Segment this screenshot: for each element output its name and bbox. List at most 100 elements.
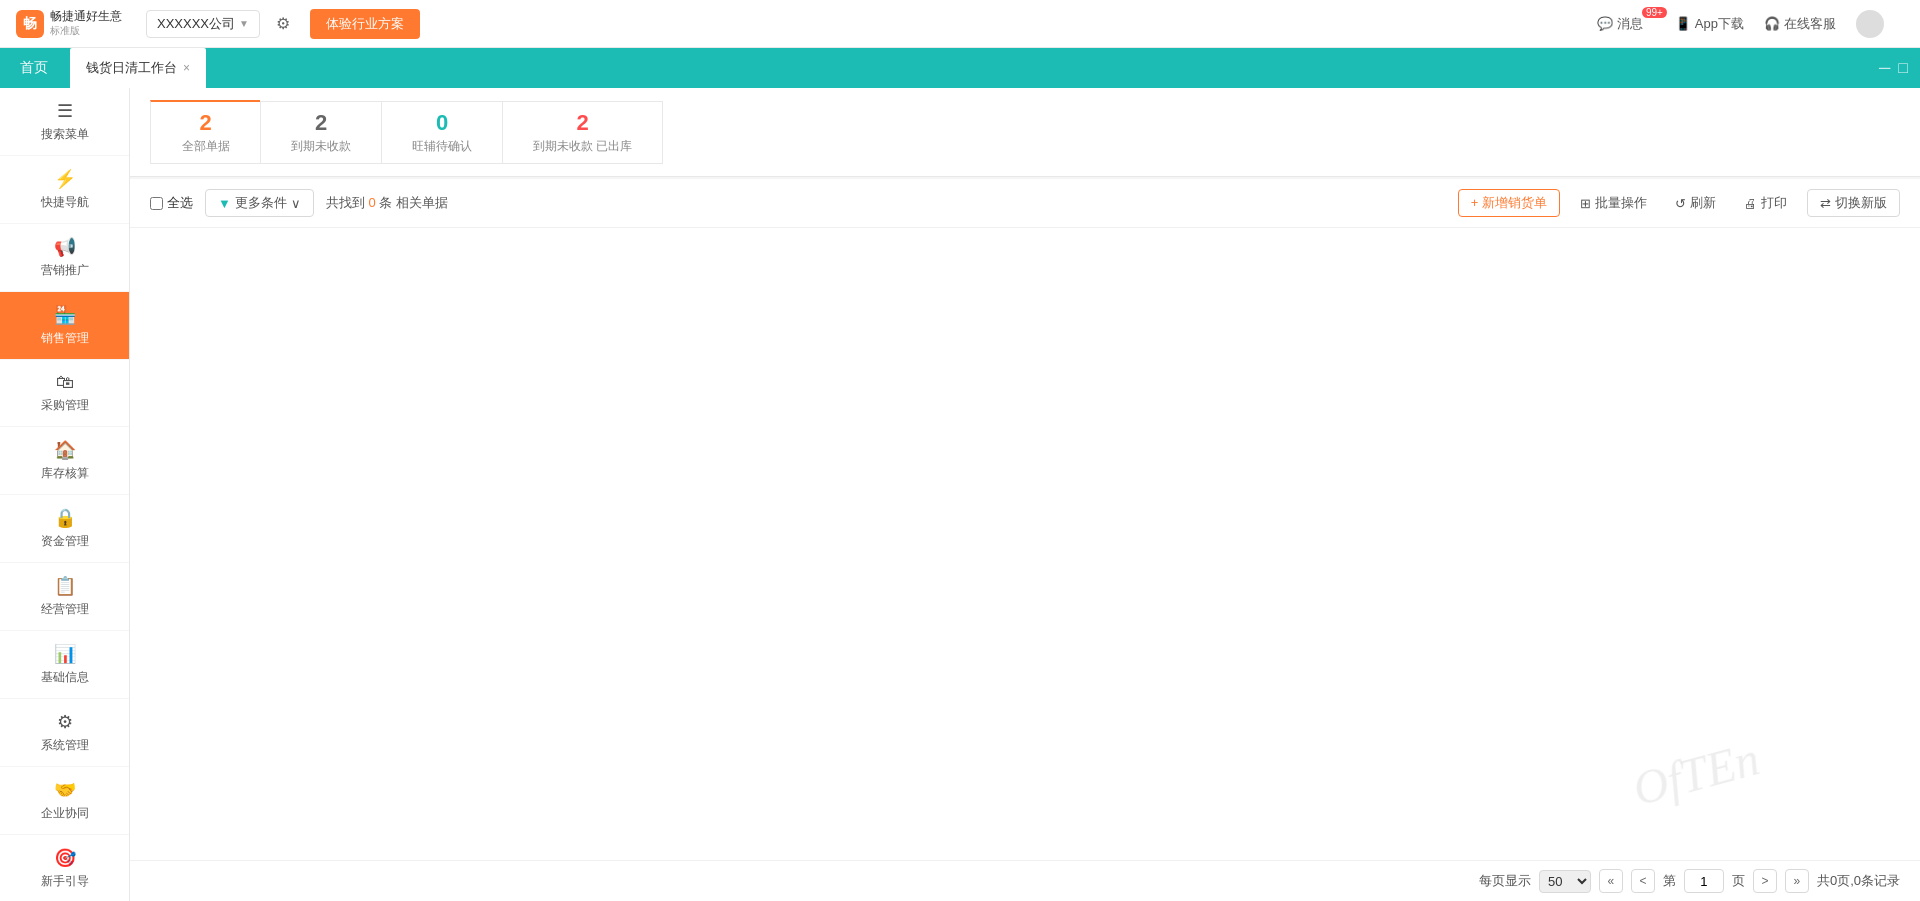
experience-button[interactable]: 体验行业方案 bbox=[310, 9, 420, 39]
inventory-label: 库存核算 bbox=[41, 465, 89, 482]
avatar[interactable] bbox=[1856, 10, 1884, 38]
messages-button[interactable]: 💬 消息 99+ bbox=[1597, 15, 1655, 33]
next-page-button[interactable]: > bbox=[1753, 869, 1777, 893]
main-layout: ☰ 搜索菜单 ⚡ 快捷导航 📢 营销推广 🏪 销售管理 🛍 采购管理 🏠 库存核… bbox=[0, 88, 1920, 901]
sidebar-item-quick-nav[interactable]: ⚡ 快捷导航 bbox=[0, 156, 129, 224]
tab-active-label: 钱货日清工作台 bbox=[86, 59, 177, 77]
all-count: 2 bbox=[199, 110, 211, 136]
switch-icon: ⇄ bbox=[1820, 196, 1831, 211]
system-label: 系统管理 bbox=[41, 737, 89, 754]
toolbar: 全选 ▼ 更多条件 ∨ 共找到 0 条 相关单据 + 新增销货单 ⊞ 批量操作 bbox=[130, 179, 1920, 228]
found-text: 共找到 0 条 相关单据 bbox=[326, 194, 448, 212]
batch-operation-button[interactable]: ⊞ 批量操作 bbox=[1572, 190, 1655, 216]
quick-nav-icon: ⚡ bbox=[54, 168, 76, 190]
cooperation-icon: 🤝 bbox=[54, 779, 76, 801]
settings-button[interactable]: ⚙ bbox=[268, 9, 298, 39]
app-download-icon: 📱 bbox=[1675, 16, 1691, 31]
tab-home[interactable]: 首页 bbox=[0, 48, 68, 88]
sidebar-item-cooperation[interactable]: 🤝 企业协同 bbox=[0, 767, 129, 835]
cooperation-label: 企业协同 bbox=[41, 805, 89, 822]
sales-icon: 🏪 bbox=[54, 304, 76, 326]
sidebar-item-basic-info[interactable]: 📊 基础信息 bbox=[0, 631, 129, 699]
per-page-select[interactable]: 50 100 bbox=[1539, 870, 1591, 893]
app-download-button[interactable]: 📱 App下载 bbox=[1675, 15, 1744, 33]
sidebar-item-marketing[interactable]: 📢 营销推广 bbox=[0, 224, 129, 292]
sidebar-item-guide[interactable]: 🎯 新手引导 bbox=[0, 835, 129, 901]
quick-nav-label: 快捷导航 bbox=[41, 194, 89, 211]
sidebar-item-sales[interactable]: 🏪 销售管理 bbox=[0, 292, 129, 360]
settings-icon: ⚙ bbox=[276, 14, 290, 33]
overdue-unshipped-label: 到期未收款 已出库 bbox=[533, 138, 632, 155]
stat-tab-wangwang-confirm[interactable]: 0 旺辅待确认 bbox=[381, 101, 502, 164]
tab-bar-actions: ─ □ bbox=[1879, 59, 1920, 77]
online-service-label: 在线客服 bbox=[1784, 15, 1836, 33]
switch-new-version-button[interactable]: ⇄ 切换新版 bbox=[1807, 189, 1900, 217]
logo-area: 畅 畅捷通好生意 标准版 bbox=[16, 9, 146, 39]
company-name: XXXXXX公司 bbox=[157, 15, 235, 33]
basic-info-icon: 📊 bbox=[54, 643, 76, 665]
stat-tab-overdue-unshipped[interactable]: 2 到期未收款 已出库 bbox=[502, 101, 663, 164]
total-label: 共0页,0条记录 bbox=[1817, 872, 1900, 890]
online-service-icon: 🎧 bbox=[1764, 16, 1780, 31]
content-area: 2 全部单据 2 到期未收款 0 旺辅待确认 2 到期未收款 已出库 全选 ▼ … bbox=[130, 88, 1920, 901]
stats-tabs: 2 全部单据 2 到期未收款 0 旺辅待确认 2 到期未收款 已出库 bbox=[130, 88, 1920, 177]
purchase-label: 采购管理 bbox=[41, 397, 89, 414]
inventory-icon: 🏠 bbox=[54, 439, 76, 461]
overdue-unshipped-count: 2 bbox=[577, 110, 589, 136]
refresh-icon: ↺ bbox=[1675, 196, 1686, 211]
search-menu-label: 搜索菜单 bbox=[41, 126, 89, 143]
tab-active[interactable]: 钱货日清工作台 × bbox=[70, 48, 206, 88]
messages-badge: 99+ bbox=[1642, 7, 1667, 18]
finance-icon: 🔒 bbox=[54, 507, 76, 529]
company-dropdown-icon: ▼ bbox=[239, 18, 249, 29]
message-icon: 💬 bbox=[1597, 16, 1613, 31]
first-page-button[interactable]: « bbox=[1599, 869, 1623, 893]
filter-icon: ▼ bbox=[218, 196, 231, 211]
all-label: 全部单据 bbox=[182, 138, 230, 155]
toolbar-right: + 新增销货单 ⊞ 批量操作 ↺ 刷新 🖨 打印 ⇄ 切换新版 bbox=[1458, 189, 1900, 217]
purchase-icon: 🛍 bbox=[56, 372, 74, 393]
sidebar-item-finance[interactable]: 🔒 资金管理 bbox=[0, 495, 129, 563]
last-page-button[interactable]: » bbox=[1785, 869, 1809, 893]
header-right: 💬 消息 99+ 📱 App下载 🎧 在线客服 bbox=[1597, 10, 1904, 38]
select-all-checkbox[interactable]: 全选 bbox=[150, 194, 193, 212]
tab-close-icon[interactable]: × bbox=[183, 61, 190, 75]
filter-button[interactable]: ▼ 更多条件 ∨ bbox=[205, 189, 314, 217]
found-count: 0 bbox=[369, 195, 376, 210]
wangwang-confirm-count: 0 bbox=[436, 110, 448, 136]
sidebar-item-system[interactable]: ⚙ 系统管理 bbox=[0, 699, 129, 767]
online-service-button[interactable]: 🎧 在线客服 bbox=[1764, 15, 1836, 33]
operations-label: 经营管理 bbox=[41, 601, 89, 618]
app-download-label: App下载 bbox=[1695, 15, 1744, 33]
stat-tab-overdue-unpaid[interactable]: 2 到期未收款 bbox=[260, 101, 381, 164]
marketing-label: 营销推广 bbox=[41, 262, 89, 279]
print-button[interactable]: 🖨 打印 bbox=[1736, 190, 1795, 216]
pagination: 每页显示 50 100 « < 第 页 > » 共0页,0条记录 bbox=[130, 860, 1920, 901]
filter-label: 更多条件 bbox=[235, 194, 287, 212]
sales-label: 销售管理 bbox=[41, 330, 89, 347]
sidebar-item-operations[interactable]: 📋 经营管理 bbox=[0, 563, 129, 631]
company-selector[interactable]: XXXXXX公司 ▼ bbox=[146, 10, 260, 38]
sidebar-item-search-menu[interactable]: ☰ 搜索菜单 bbox=[0, 88, 129, 156]
prev-page-button[interactable]: < bbox=[1631, 869, 1655, 893]
add-sales-order-button[interactable]: + 新增销货单 bbox=[1458, 189, 1560, 217]
guide-label: 新手引导 bbox=[41, 873, 89, 890]
messages-label: 消息 bbox=[1617, 15, 1643, 33]
print-label: 打印 bbox=[1761, 194, 1787, 212]
page-input[interactable] bbox=[1684, 869, 1724, 893]
print-icon: 🖨 bbox=[1744, 196, 1757, 211]
overdue-unpaid-count: 2 bbox=[315, 110, 327, 136]
search-menu-icon: ☰ bbox=[57, 100, 73, 122]
sidebar-item-inventory[interactable]: 🏠 库存核算 bbox=[0, 427, 129, 495]
table-area bbox=[130, 228, 1920, 860]
refresh-button[interactable]: ↺ 刷新 bbox=[1667, 190, 1724, 216]
select-all-input[interactable] bbox=[150, 197, 163, 210]
per-page-label: 每页显示 bbox=[1479, 872, 1531, 890]
refresh-label: 刷新 bbox=[1690, 194, 1716, 212]
wangwang-confirm-label: 旺辅待确认 bbox=[412, 138, 472, 155]
tab-maximize-icon[interactable]: □ bbox=[1898, 59, 1908, 77]
tab-minimize-icon[interactable]: ─ bbox=[1879, 59, 1890, 77]
stat-tab-all[interactable]: 2 全部单据 bbox=[150, 100, 260, 164]
sidebar-item-purchase[interactable]: 🛍 采购管理 bbox=[0, 360, 129, 427]
operations-icon: 📋 bbox=[54, 575, 76, 597]
